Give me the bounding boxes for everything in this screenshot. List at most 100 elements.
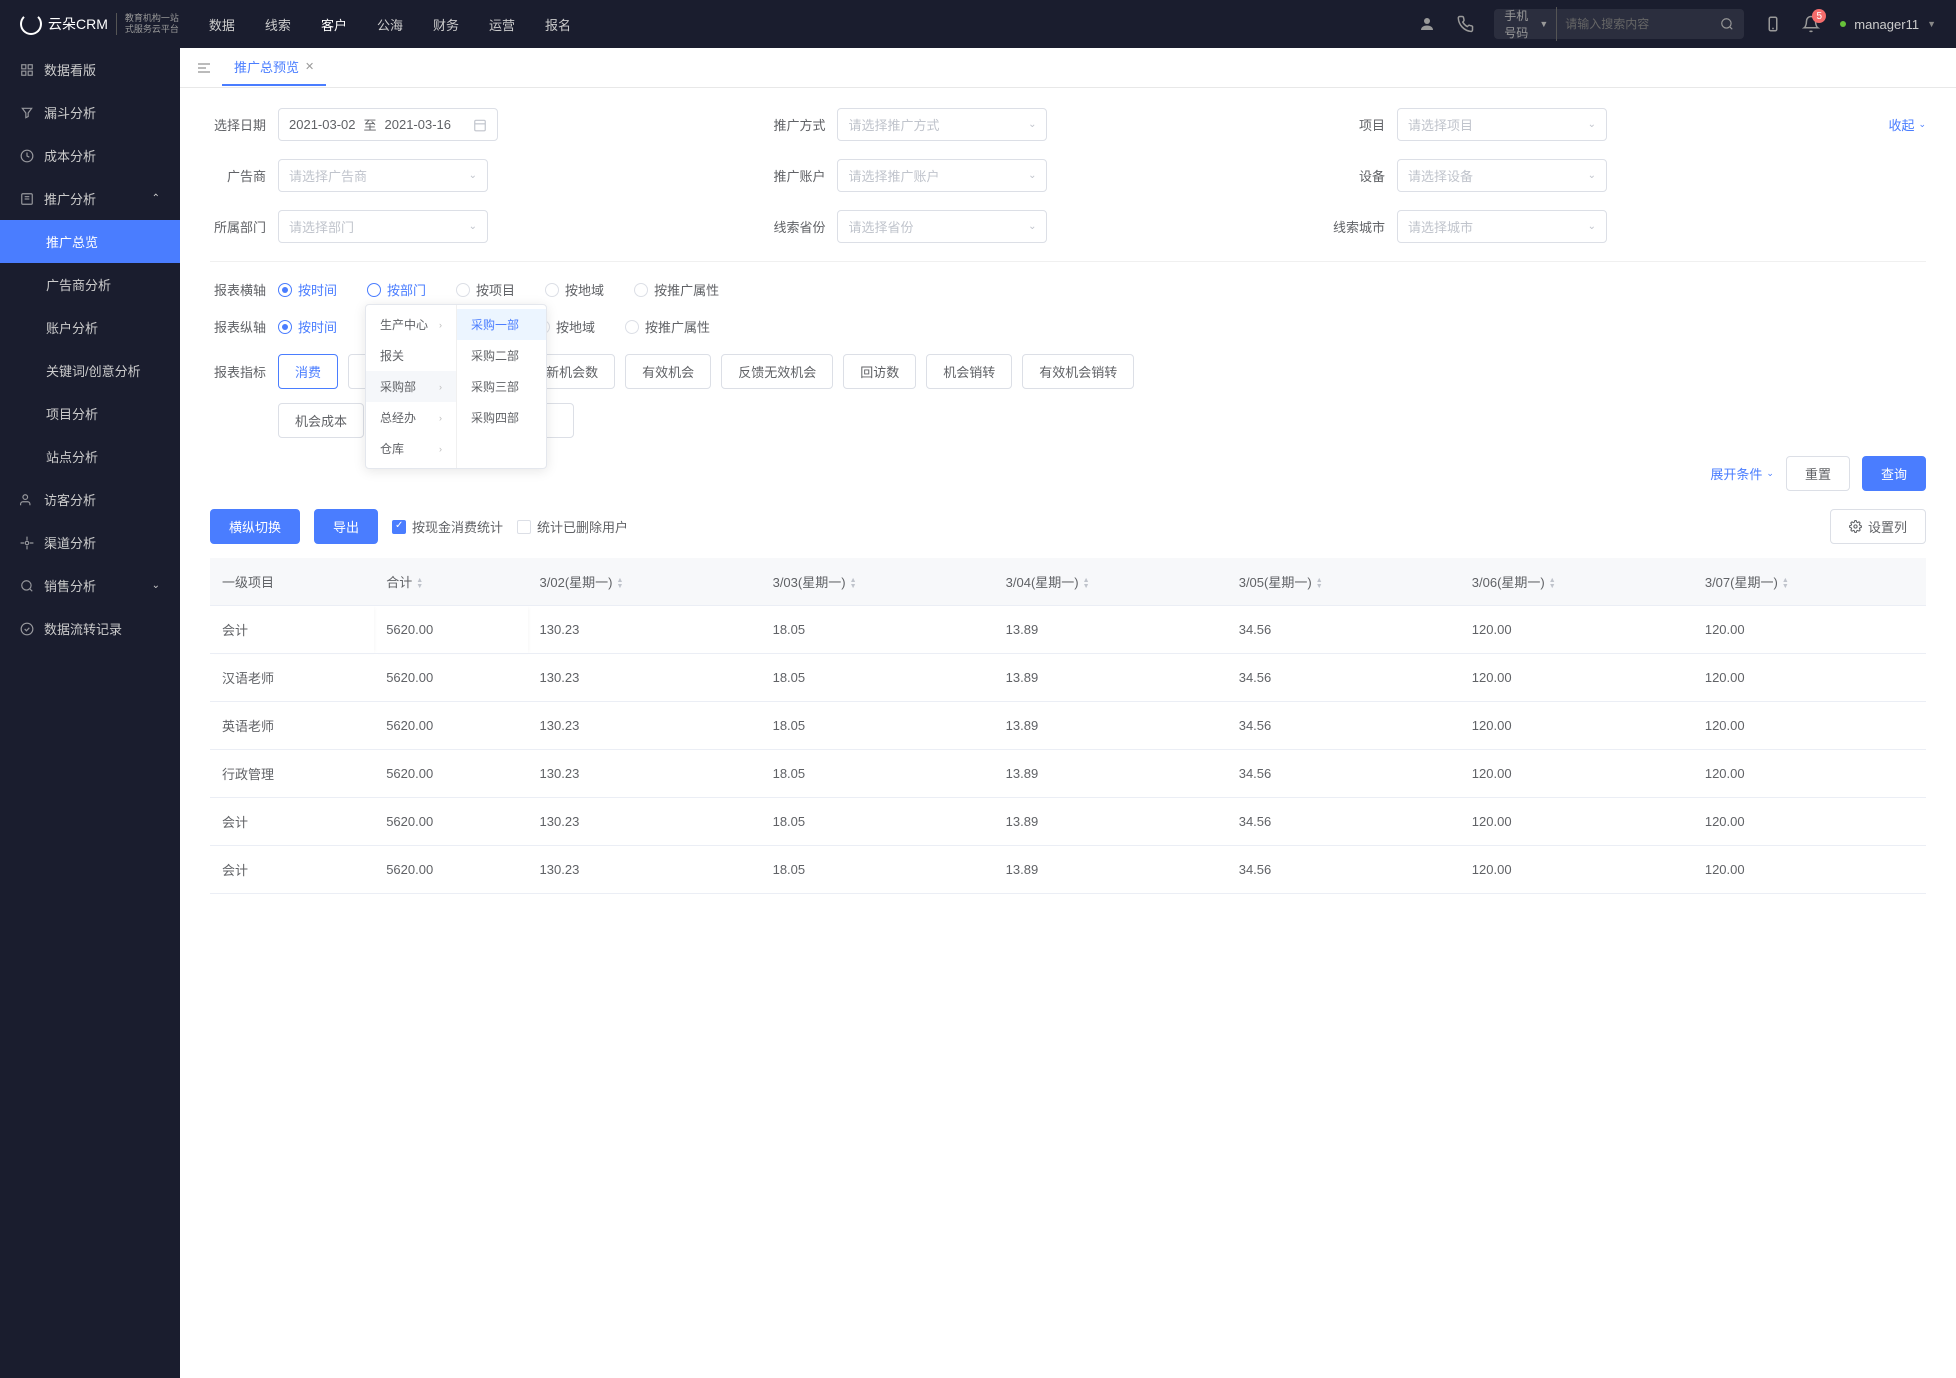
user-menu[interactable]: manager11 ▼ [1840, 17, 1936, 32]
sidebar-item[interactable]: 成本分析 [0, 134, 180, 177]
date-range-picker[interactable]: 2021-03-02 至 2021-03-16 [278, 108, 498, 141]
table-header[interactable]: 一级项目 [210, 558, 374, 606]
metric-button[interactable]: 回访数 [843, 354, 916, 389]
table-cell: 英语老师 [210, 702, 374, 750]
close-icon[interactable]: ✕ [305, 60, 314, 73]
nav-item[interactable]: 公海 [377, 15, 403, 34]
table-cell: 13.89 [994, 654, 1227, 702]
bell-icon[interactable]: 5 [1802, 15, 1820, 33]
table-cell: 18.05 [761, 798, 994, 846]
dropdown-item[interactable]: 采购二部 [457, 340, 546, 371]
metric-button[interactable]: 消费 [278, 354, 338, 389]
sidebar-sub-item[interactable]: 推广总览 [0, 220, 180, 263]
radio-option[interactable]: 按推广属性 [634, 280, 719, 299]
logo[interactable]: 云朵CRM 教育机构一站 式服务云平台 [20, 13, 179, 35]
table-header[interactable]: 合计▲▼ [374, 558, 527, 606]
user-icon[interactable] [1418, 15, 1436, 33]
metric-button[interactable]: 机会销转 [926, 354, 1012, 389]
deleted-stat-checkbox[interactable]: 统计已删除用户 [517, 517, 628, 536]
radio-option[interactable]: 按地域 [545, 280, 604, 299]
table-cell: 130.23 [528, 750, 761, 798]
advertiser-select[interactable]: 请选择广告商⌄ [278, 159, 488, 192]
table-header[interactable]: 3/04(星期一)▲▼ [994, 558, 1227, 606]
nav-item[interactable]: 数据 [209, 15, 235, 34]
radio-option[interactable]: 按时间 [278, 280, 337, 299]
sidebar-item[interactable]: 漏斗分析 [0, 91, 180, 134]
nav-item[interactable]: 线索 [265, 15, 291, 34]
dropdown-item[interactable]: 仓库› [366, 433, 456, 464]
export-button[interactable]: 导出 [314, 509, 378, 544]
sidebar-collapse-button[interactable] [190, 54, 218, 82]
dropdown-item[interactable]: 生产中心› [366, 309, 456, 340]
table-cell: 120.00 [1460, 798, 1693, 846]
phone-icon[interactable] [1456, 15, 1474, 33]
nav-item[interactable]: 报名 [545, 15, 571, 34]
metric-button[interactable]: 有效机会销转 [1022, 354, 1134, 389]
sidebar-item[interactable]: 数据流转记录 [0, 607, 180, 650]
metric-button[interactable]: 反馈无效机会 [721, 354, 833, 389]
chevron-down-icon: ⌄ [469, 221, 477, 232]
project-select[interactable]: 请选择项目⌄ [1397, 108, 1607, 141]
account-select[interactable]: 请选择推广账户⌄ [837, 159, 1047, 192]
table-cell: 汉语老师 [210, 654, 374, 702]
brand-subtitle: 教育机构一站 式服务云平台 [116, 13, 179, 35]
chevron-icon: ⌃ [152, 193, 160, 204]
table-cell: 5620.00 [374, 798, 527, 846]
dropdown-item[interactable]: 报关 [366, 340, 456, 371]
dropdown-item[interactable]: 总经办› [366, 402, 456, 433]
city-select[interactable]: 请选择城市⌄ [1397, 210, 1607, 243]
sidebar-item[interactable]: 销售分析⌄ [0, 564, 180, 607]
menu-icon [20, 493, 34, 507]
radio-option[interactable]: 按部门 [367, 280, 426, 299]
method-select[interactable]: 请选择推广方式⌄ [837, 108, 1047, 141]
table-header[interactable]: 3/05(星期一)▲▼ [1227, 558, 1460, 606]
search-input[interactable] [1565, 17, 1720, 31]
sidebar-item[interactable]: 推广分析⌃ [0, 177, 180, 220]
metric-button[interactable]: 机会成本 [278, 403, 364, 438]
table-cell: 18.05 [761, 654, 994, 702]
table-cell: 5620.00 [374, 846, 527, 894]
radio-option[interactable]: 按推广属性 [625, 317, 710, 336]
collapse-filters-link[interactable]: 收起 ⌄ [1888, 115, 1926, 134]
expand-conditions-link[interactable]: 展开条件 ⌄ [1710, 464, 1774, 483]
table-cell: 18.05 [761, 702, 994, 750]
axis-h-row: 报表横轴 按时间按部门按项目按地域按推广属性 生产中心›报关采购部›总经办›仓库… [210, 280, 1926, 299]
sidebar-sub-item[interactable]: 项目分析 [0, 392, 180, 435]
table-header[interactable]: 3/06(星期一)▲▼ [1460, 558, 1693, 606]
province-select[interactable]: 请选择省份⌄ [837, 210, 1047, 243]
settings-columns-button[interactable]: 设置列 [1830, 509, 1926, 544]
search-icon[interactable] [1720, 17, 1734, 31]
query-button[interactable]: 查询 [1862, 456, 1926, 491]
chevron-icon: ⌄ [152, 580, 160, 591]
toggle-axis-button[interactable]: 横纵切换 [210, 509, 300, 544]
nav-item[interactable]: 运营 [489, 15, 515, 34]
radio-option[interactable]: 按时间 [278, 317, 337, 336]
sidebar-sub-item[interactable]: 广告商分析 [0, 263, 180, 306]
checkbox-icon [517, 520, 531, 534]
sidebar-sub-item[interactable]: 账户分析 [0, 306, 180, 349]
reset-button[interactable]: 重置 [1786, 456, 1850, 491]
table-cell: 120.00 [1460, 654, 1693, 702]
dropdown-item[interactable]: 采购四部 [457, 402, 546, 433]
metric-button[interactable]: 有效机会 [625, 354, 711, 389]
device-icon[interactable] [1764, 15, 1782, 33]
nav-item[interactable]: 财务 [433, 15, 459, 34]
dropdown-item[interactable]: 采购三部 [457, 371, 546, 402]
table-header[interactable]: 3/07(星期一)▲▼ [1693, 558, 1926, 606]
radio-option[interactable]: 按项目 [456, 280, 515, 299]
search-type-select[interactable]: 手机号码 ▼ [1504, 7, 1557, 41]
tab-promotion-overview[interactable]: 推广总预览 ✕ [222, 49, 326, 86]
sidebar-item[interactable]: 数据看版 [0, 48, 180, 91]
sidebar-sub-item[interactable]: 关键词/创意分析 [0, 349, 180, 392]
sidebar-item[interactable]: 渠道分析 [0, 521, 180, 564]
sidebar-sub-item[interactable]: 站点分析 [0, 435, 180, 478]
table-header[interactable]: 3/02(星期一)▲▼ [528, 558, 761, 606]
cash-stat-checkbox[interactable]: 按现金消费统计 [392, 517, 503, 536]
dropdown-item[interactable]: 采购一部 [457, 309, 546, 340]
nav-item[interactable]: 客户 [321, 15, 347, 34]
dropdown-item[interactable]: 采购部› [366, 371, 456, 402]
device-select[interactable]: 请选择设备⌄ [1397, 159, 1607, 192]
table-header[interactable]: 3/03(星期一)▲▼ [761, 558, 994, 606]
sidebar-item[interactable]: 访客分析 [0, 478, 180, 521]
dept-select[interactable]: 请选择部门⌄ [278, 210, 488, 243]
